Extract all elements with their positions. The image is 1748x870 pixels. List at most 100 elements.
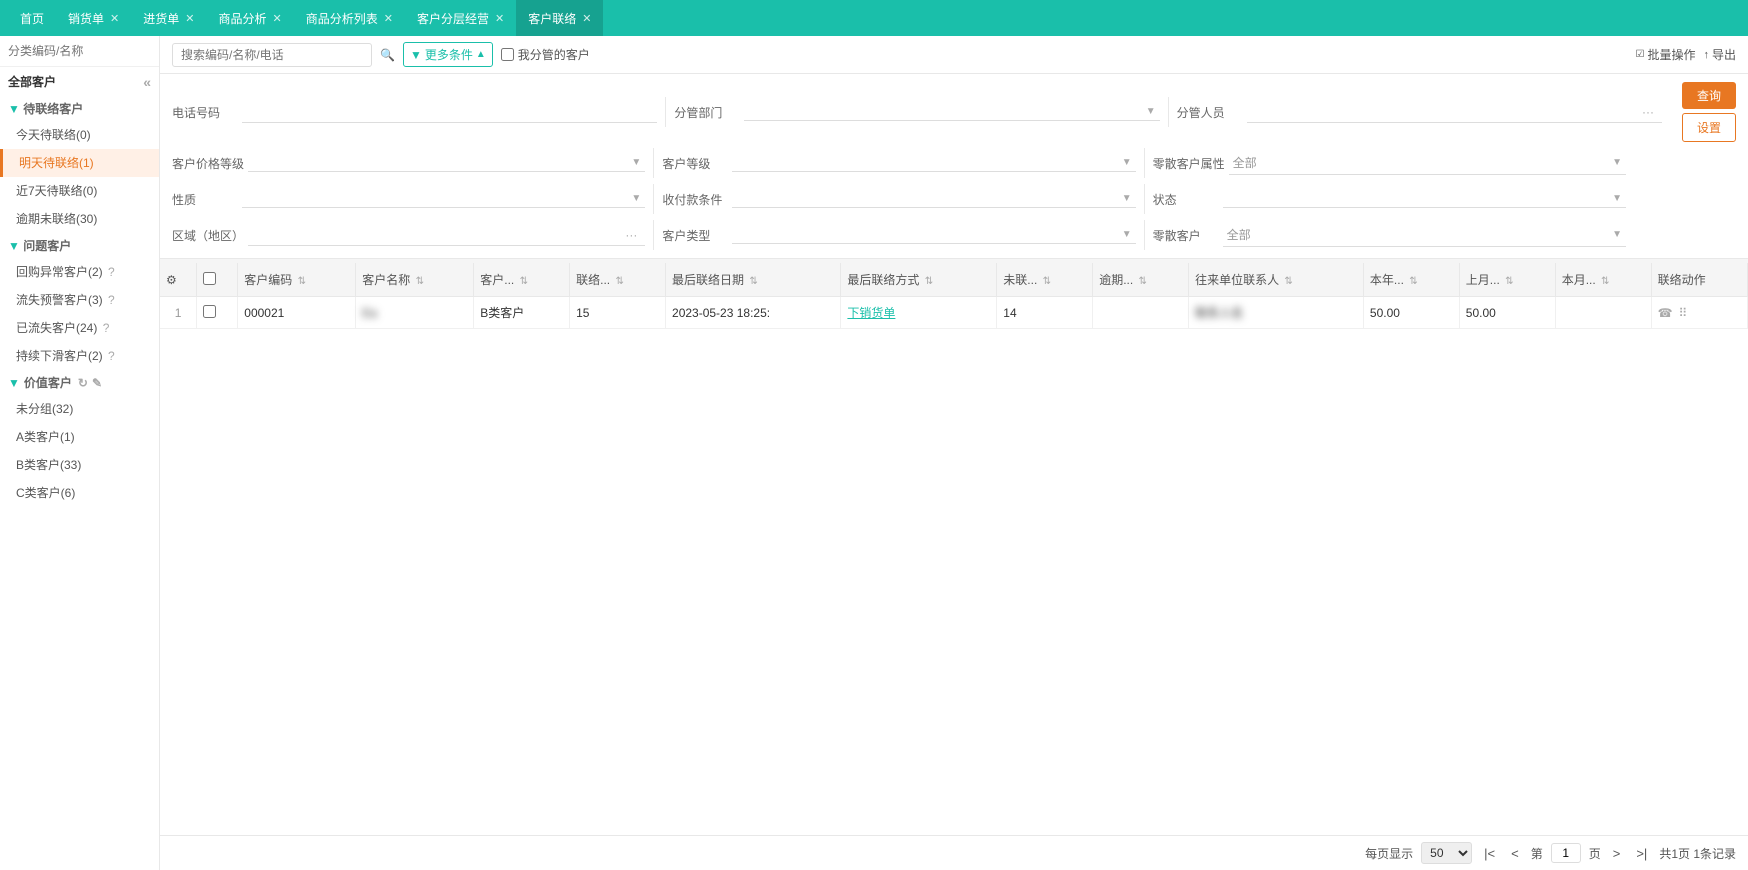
col-contact-count[interactable]: 联络... ⇅	[570, 263, 666, 297]
payment-select[interactable]: ▼	[732, 190, 1135, 208]
nav-purchase[interactable]: 进货单 ✕	[131, 0, 206, 36]
nav-product-analysis-close[interactable]: ✕	[273, 12, 282, 25]
field-payment: 收付款条件 ▼	[662, 190, 1135, 208]
page-prev-btn[interactable]: <	[1507, 844, 1523, 863]
nav-sales-close[interactable]: ✕	[110, 12, 119, 25]
sidebar-declining[interactable]: 持续下滑客户(2) ?	[0, 342, 159, 370]
row-this-month	[1555, 297, 1651, 329]
sidebar-search-input[interactable]	[8, 44, 160, 58]
col-checkbox	[197, 263, 238, 297]
refresh-icon[interactable]: ↻	[78, 376, 88, 390]
person-dots-icon[interactable]: ···	[1638, 105, 1658, 119]
page-last-btn[interactable]: >|	[1632, 844, 1651, 863]
sidebar-overdue-contact[interactable]: 逾期未联络(30)	[0, 205, 159, 233]
row-checkbox-cell	[197, 297, 238, 329]
nav-product-analysis[interactable]: 商品分析 ✕	[206, 0, 293, 36]
payment-label: 收付款条件	[662, 191, 732, 208]
col-this-year[interactable]: 本年... ⇅	[1363, 263, 1459, 297]
nav-sales[interactable]: 销货单 ✕	[56, 0, 131, 36]
sidebar-c-class[interactable]: C类客户(6)	[0, 479, 159, 507]
row-contact-person: 联系人名	[1189, 297, 1364, 329]
col-last-month[interactable]: 上月... ⇅	[1459, 263, 1555, 297]
all-customers-header[interactable]: 全部客户 «	[0, 67, 159, 96]
action-icon-1[interactable]: ☎	[1658, 306, 1673, 320]
page-first-btn[interactable]: |<	[1480, 844, 1499, 863]
retail-customer-select[interactable]: 全部 ▼	[1223, 223, 1626, 247]
row-checkbox[interactable]	[203, 305, 216, 318]
select-all-checkbox[interactable]	[203, 272, 216, 285]
nav-customer-contact[interactable]: 客户联络 ✕	[516, 0, 603, 36]
price-level-select[interactable]: ▼	[248, 154, 645, 172]
row-overdue	[1093, 297, 1189, 329]
page-suffix: 页	[1589, 845, 1601, 862]
col-this-month[interactable]: 本月... ⇅	[1555, 263, 1651, 297]
adv-filter-panel: 电话号码 分管部门 ▼ 分管人员 ···	[160, 74, 1748, 259]
person-select[interactable]: ···	[1247, 102, 1662, 123]
dept-select[interactable]: ▼	[744, 103, 1159, 121]
sidebar-churned[interactable]: 已流失客户(24) ?	[0, 314, 159, 342]
row-num: 1	[160, 297, 197, 329]
col-contact-person[interactable]: 往来单位联系人 ⇅	[1189, 263, 1364, 297]
col-customer-type[interactable]: 客户... ⇅	[474, 263, 570, 297]
nav-customer-tier-close[interactable]: ✕	[495, 12, 504, 25]
sidebar-churn-warning[interactable]: 流失预警客户(3) ?	[0, 286, 159, 314]
region-dots-icon[interactable]: ···	[621, 228, 641, 242]
customer-type-select[interactable]: ▼	[732, 226, 1135, 244]
page-next-btn[interactable]: >	[1609, 844, 1625, 863]
row-last-method[interactable]: 下销货单	[841, 297, 997, 329]
customer-level-chevron-icon: ▼	[1122, 157, 1132, 168]
sidebar-b-class[interactable]: B类客户(33)	[0, 451, 159, 479]
sidebar-ungrouped[interactable]: 未分组(32)	[0, 395, 159, 423]
filter-actions: ☑ 批量操作 ↑ 导出	[1636, 46, 1737, 63]
divider-7	[653, 220, 654, 250]
sidebar-7day-contact[interactable]: 近7天待联络(0)	[0, 177, 159, 205]
sidebar-repurchase-abnormal[interactable]: 回购异常客户(2) ?	[0, 258, 159, 286]
phone-input[interactable]	[242, 102, 657, 123]
dept-chevron-icon: ▼	[1146, 106, 1156, 117]
sidebar-a-class[interactable]: A类客户(1)	[0, 423, 159, 451]
nature-chevron-icon: ▼	[631, 193, 641, 204]
edit-icon[interactable]: ✎	[92, 376, 102, 390]
col-code[interactable]: 客户编码 ⇅	[238, 263, 356, 297]
nav-purchase-close[interactable]: ✕	[185, 12, 194, 25]
row-name: Ea	[356, 297, 474, 329]
col-last-method[interactable]: 最后联络方式 ⇅	[841, 263, 997, 297]
col-overdue[interactable]: 逾期... ⇅	[1093, 263, 1189, 297]
batch-op-btn[interactable]: ☑ 批量操作	[1636, 46, 1696, 63]
export-btn[interactable]: ↑ 导出	[1703, 46, 1736, 63]
content-area: 🔍 ▼ 更多条件 ▲ 我分管的客户 ☑ 批量操作 ↑ 导出	[160, 36, 1748, 870]
retail-customer-chevron-icon: ▼	[1612, 229, 1622, 240]
customer-level-select[interactable]: ▼	[732, 154, 1135, 172]
nav-product-list[interactable]: 商品分析列表 ✕	[294, 0, 405, 36]
per-page-select[interactable]: 50 100 200	[1421, 842, 1472, 864]
col-name[interactable]: 客户名称 ⇅	[356, 263, 474, 297]
action-icon-2[interactable]: ⠿	[1679, 306, 1688, 320]
field-phone: 电话号码	[172, 102, 657, 123]
problem-customers-section: ▼ 问题客户	[0, 233, 159, 258]
nav-customer-contact-close[interactable]: ✕	[582, 12, 591, 25]
row-last-month: 50.00	[1459, 297, 1555, 329]
nav-product-list-close[interactable]: ✕	[384, 12, 393, 25]
col-not-contacted[interactable]: 未联... ⇅	[997, 263, 1093, 297]
sidebar-tomorrow-contact[interactable]: 明天待联络(1)	[0, 149, 159, 177]
collapse-icon[interactable]: «	[143, 74, 151, 90]
my-customers-checkbox-label[interactable]: 我分管的客户	[501, 46, 590, 63]
region-select[interactable]: ···	[248, 225, 645, 246]
nav-customer-tier[interactable]: 客户分层经营 ✕	[405, 0, 516, 36]
more-conditions-btn[interactable]: ▼ 更多条件 ▲	[403, 42, 493, 67]
nature-select[interactable]: ▼	[242, 190, 645, 208]
query-button[interactable]: 查询	[1682, 82, 1736, 109]
sidebar-today-contact[interactable]: 今天待联络(0)	[0, 121, 159, 149]
set-button[interactable]: 设置	[1682, 113, 1736, 142]
nav-home[interactable]: 首页	[8, 0, 56, 36]
filter-search-input[interactable]	[172, 43, 372, 67]
status-select[interactable]: ▼	[1223, 190, 1626, 208]
retail-attr-select[interactable]: 全部 ▼	[1229, 151, 1626, 175]
divider-3	[653, 148, 654, 178]
page-input[interactable]	[1551, 843, 1581, 863]
per-page-label: 每页显示	[1365, 845, 1413, 862]
my-customers-checkbox[interactable]	[501, 48, 514, 61]
col-settings[interactable]: ⚙	[160, 263, 197, 297]
col-last-date[interactable]: 最后联络日期 ⇅	[666, 263, 841, 297]
search-icon[interactable]: 🔍	[380, 48, 395, 62]
